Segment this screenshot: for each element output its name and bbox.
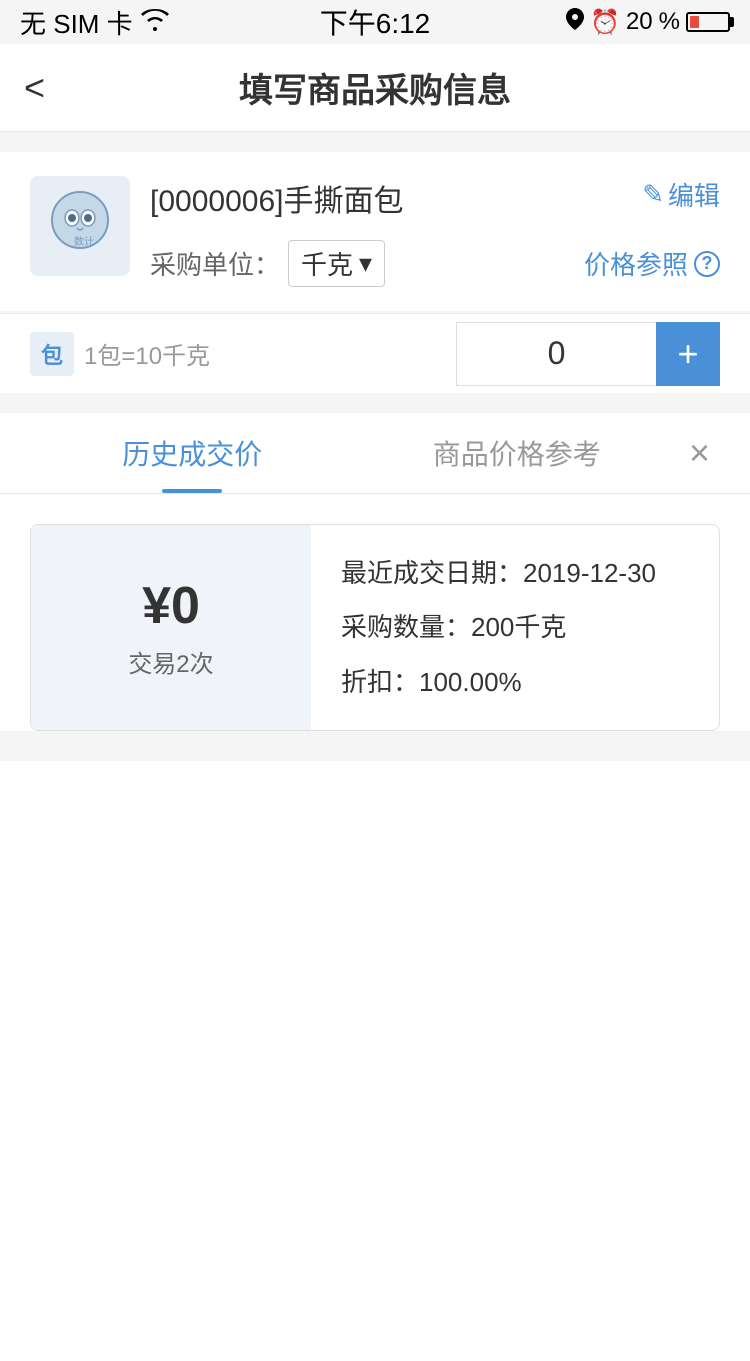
wifi-icon [141,7,169,38]
qty-plus-button[interactable]: + [656,322,720,386]
price-reference-panel: 历史成交价 商品价格参考 × ¥0 交易2次 最近成交日期：2019-12-30… [0,413,750,731]
unit-badge: 包 [30,332,74,376]
quantity-input[interactable] [456,322,656,386]
close-panel-button[interactable]: × [679,432,720,474]
price-card-left: ¥0 交易2次 [31,525,311,730]
tab-product-price-ref[interactable]: 商品价格参考 [354,413,678,493]
unit-info: 包 1包=10千克 [30,332,210,376]
back-button[interactable]: < [24,67,45,109]
discount-label: 折扣： [341,667,419,697]
status-bar: 无 SIM 卡 下午6:12 ⏰ 20% [0,0,750,44]
time-label: 下午6:12 [320,2,431,42]
product-name: [0000006]手撕面包 [150,176,403,220]
quantity-row: 包 1包=10千克 + [0,313,750,393]
price-detail-qty: 采购数量：200千克 [341,609,689,645]
location-icon [566,8,584,37]
edit-button[interactable]: ✎ 编辑 [642,176,720,213]
price-detail-discount: 折扣：100.00% [341,664,689,700]
svg-text:数计: 数计 [74,235,94,248]
battery-percent-sign: % [659,8,680,36]
alarm-icon: ⏰ [590,8,620,37]
price-card-right: 最近成交日期：2019-12-30 采购数量：200千克 折扣：100.00% [311,525,719,730]
date-value: 2019-12-30 [523,558,656,588]
unit-select-value: 千克 [301,245,353,282]
product-card: 数计 [0000006]手撕面包 ✎ 编辑 采购单位： 千克 ▾ 价格参照 ? [0,152,750,311]
unit-label: 采购单位： [150,245,280,282]
unit-row-left: 采购单位： 千克 ▾ [150,240,385,287]
battery-fill [690,16,699,28]
qty-input-group: + [456,322,720,386]
carrier-label: 无 SIM 卡 [20,4,133,41]
amount-value: 0 [171,577,200,635]
tab-product-price-ref-label: 商品价格参考 [433,433,601,473]
price-detail-date: 最近成交日期：2019-12-30 [341,555,689,591]
edit-icon: ✎ [642,179,664,210]
help-circle-icon: ? [694,251,720,277]
page-title: 填写商品采购信息 [239,63,511,112]
battery-percent: 20 [626,8,653,36]
price-reference-button[interactable]: 价格参照 ? [584,245,720,282]
price-trades: 交易2次 [128,644,213,679]
qty-label: 采购数量： [341,612,471,642]
discount-value: 100.00% [419,667,522,697]
empty-content-area [0,761,750,1361]
edit-label: 编辑 [668,176,720,213]
price-amount: ¥0 [142,576,200,636]
product-thumbnail: 数计 [30,176,130,276]
price-ref-label: 价格参照 [584,245,688,282]
date-label: 最近成交日期： [341,558,523,588]
chevron-down-icon: ▾ [359,248,372,279]
product-info: [0000006]手撕面包 ✎ 编辑 采购单位： 千克 ▾ 价格参照 ? [150,176,720,287]
tab-bar: 历史成交价 商品价格参考 × [0,413,750,494]
nav-bar: < 填写商品采购信息 [0,44,750,132]
currency-symbol: ¥ [142,577,171,635]
tab-history-price[interactable]: 历史成交价 [30,413,354,493]
price-card: ¥0 交易2次 最近成交日期：2019-12-30 采购数量：200千克 折扣：… [30,524,720,731]
product-image-icon: 数计 [50,190,110,262]
qty-value: 200千克 [471,612,566,642]
status-right: ⏰ 20% [566,8,730,37]
unit-conversion: 1包=10千克 [84,336,210,371]
product-unit-row: 采购单位： 千克 ▾ 价格参照 ? [150,240,720,287]
product-header: [0000006]手撕面包 ✎ 编辑 [150,176,720,220]
battery-icon [686,12,730,32]
unit-select-dropdown[interactable]: 千克 ▾ [288,240,385,287]
tab-history-price-label: 历史成交价 [122,433,262,473]
status-left: 无 SIM 卡 [20,4,169,41]
